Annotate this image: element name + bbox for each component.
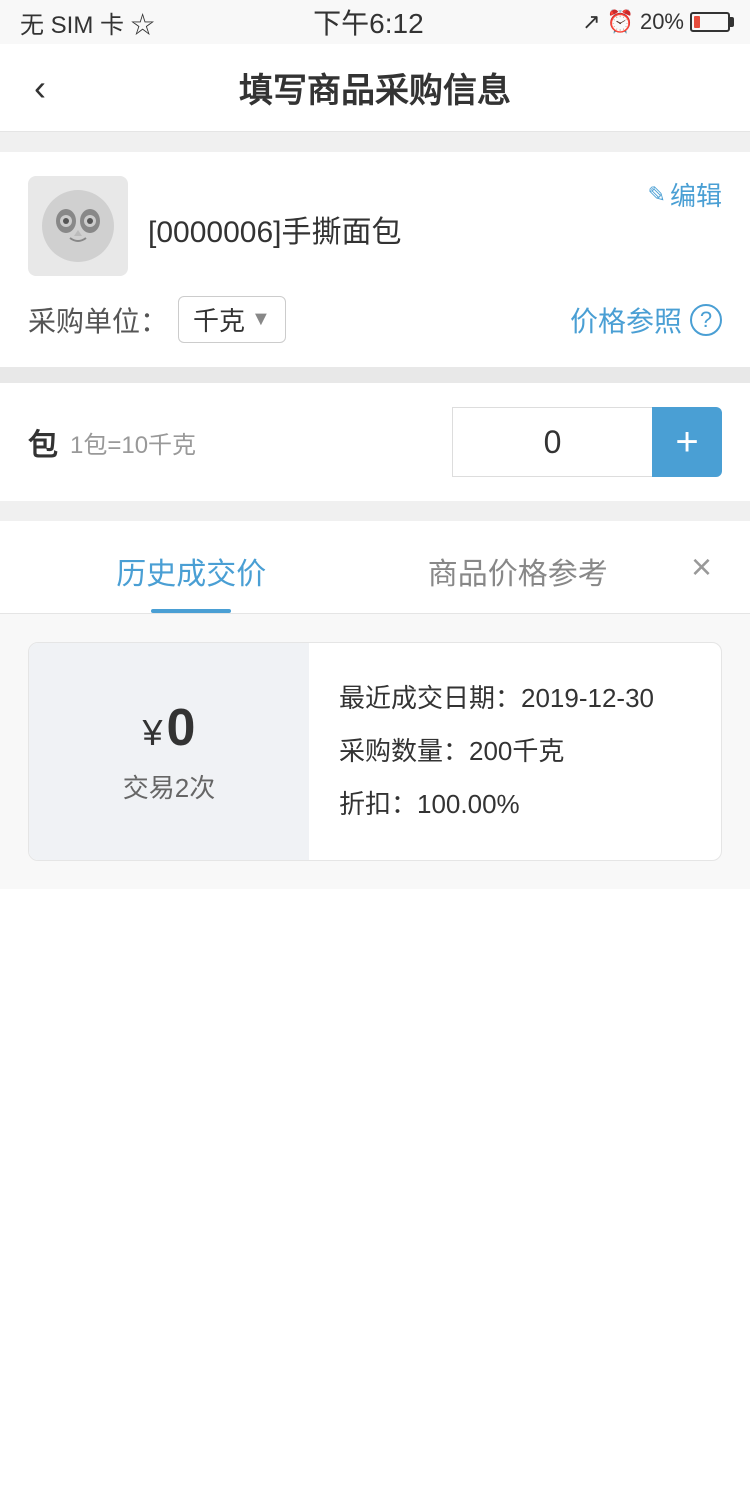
recent-date-label: 最近成交日期： (339, 683, 521, 713)
section-divider (0, 367, 750, 383)
panel-close-button[interactable]: × (681, 536, 722, 598)
purchase-qty-value: 200千克 (469, 736, 564, 766)
unit-label: 采购单位： (28, 300, 168, 340)
discount-row: 折扣：100.00% (339, 785, 691, 824)
battery-fill (694, 16, 700, 28)
gps-icon: ↗ (582, 9, 600, 35)
edit-button[interactable]: ✎ 编辑 (648, 176, 722, 213)
quantity-row: 包 1包=10千克 + (0, 383, 750, 501)
battery-icon (690, 12, 730, 32)
product-thumbnail (28, 176, 128, 276)
status-left: 无 SIM 卡 ☆ (20, 5, 155, 40)
quantity-label: 包 1包=10千克 (28, 420, 196, 464)
help-icon: ? (690, 304, 722, 336)
purchase-qty-row: 采购数量：200千克 (339, 732, 691, 771)
recent-date-row: 最近成交日期：2019-12-30 (339, 679, 691, 718)
page-background (0, 889, 750, 1489)
trade-summary: ¥0 交易2次 (29, 643, 309, 860)
trade-details: 最近成交日期：2019-12-30 采购数量：200千克 折扣：100.00% (309, 643, 721, 860)
price-ref-label: 价格参照 (570, 300, 682, 340)
tab-history-price[interactable]: 历史成交价 (28, 521, 354, 613)
tabs-row: 历史成交价 商品价格参考 × (0, 521, 750, 614)
dropdown-arrow-icon: ▼ (251, 308, 271, 331)
product-card: [0000006]手撕面包 ✎ 编辑 采购单位： 千克 ▼ 价格参照 ? (0, 152, 750, 367)
unit-badge: 包 (28, 420, 58, 464)
page-title: 填写商品采购信息 (239, 63, 511, 112)
unit-select-dropdown[interactable]: 千克 ▼ (178, 296, 286, 343)
nav-bar: ‹ 填写商品采购信息 (0, 44, 750, 132)
trade-price: ¥0 (143, 698, 196, 758)
quantity-plus-button[interactable]: + (652, 407, 722, 477)
quantity-input[interactable] (452, 407, 652, 477)
currency-symbol: ¥ (143, 712, 163, 753)
unit-left: 采购单位： 千克 ▼ (28, 296, 286, 343)
trade-card: ¥0 交易2次 最近成交日期：2019-12-30 采购数量：200千克 折扣：… (28, 642, 722, 861)
discount-value: 100.00% (417, 789, 520, 819)
alarm-icon: ⏰ (607, 9, 634, 35)
back-button[interactable]: ‹ (24, 57, 56, 119)
edit-icon: ✎ (648, 182, 666, 208)
product-left: [0000006]手撕面包 (28, 176, 401, 276)
product-name: [0000006]手撕面包 (148, 207, 401, 251)
product-logo-icon (38, 186, 118, 266)
product-header: [0000006]手撕面包 ✎ 编辑 (28, 176, 722, 276)
battery-percent: 20% (640, 9, 684, 35)
trade-count-label: 交易2次 (123, 768, 215, 805)
discount-label: 折扣： (339, 789, 417, 819)
unit-conversion-hint: 1包=10千克 (70, 425, 196, 460)
panel-content: ¥0 交易2次 最近成交日期：2019-12-30 采购数量：200千克 折扣：… (0, 614, 750, 889)
status-bar: 无 SIM 卡 ☆ 下午6:12 ↗ ⏰ 20% (0, 0, 750, 44)
tab-product-price-ref[interactable]: 商品价格参考 (354, 521, 680, 613)
quantity-control: + (452, 407, 722, 477)
unit-value: 千克 (193, 301, 245, 338)
bottom-panel: 历史成交价 商品价格参考 × ¥0 交易2次 最近成交日期：2019-12-30… (0, 521, 750, 889)
price-ref-button[interactable]: 价格参照 ? (570, 300, 722, 340)
sim-signal-label: 无 SIM 卡 ☆ (20, 5, 155, 40)
status-time: 下午6:12 (313, 2, 424, 42)
product-unit-row: 采购单位： 千克 ▼ 价格参照 ? (28, 296, 722, 343)
purchase-qty-label: 采购数量： (339, 736, 469, 766)
recent-date-value: 2019-12-30 (521, 683, 654, 713)
status-right: ↗ ⏰ 20% (582, 9, 730, 35)
